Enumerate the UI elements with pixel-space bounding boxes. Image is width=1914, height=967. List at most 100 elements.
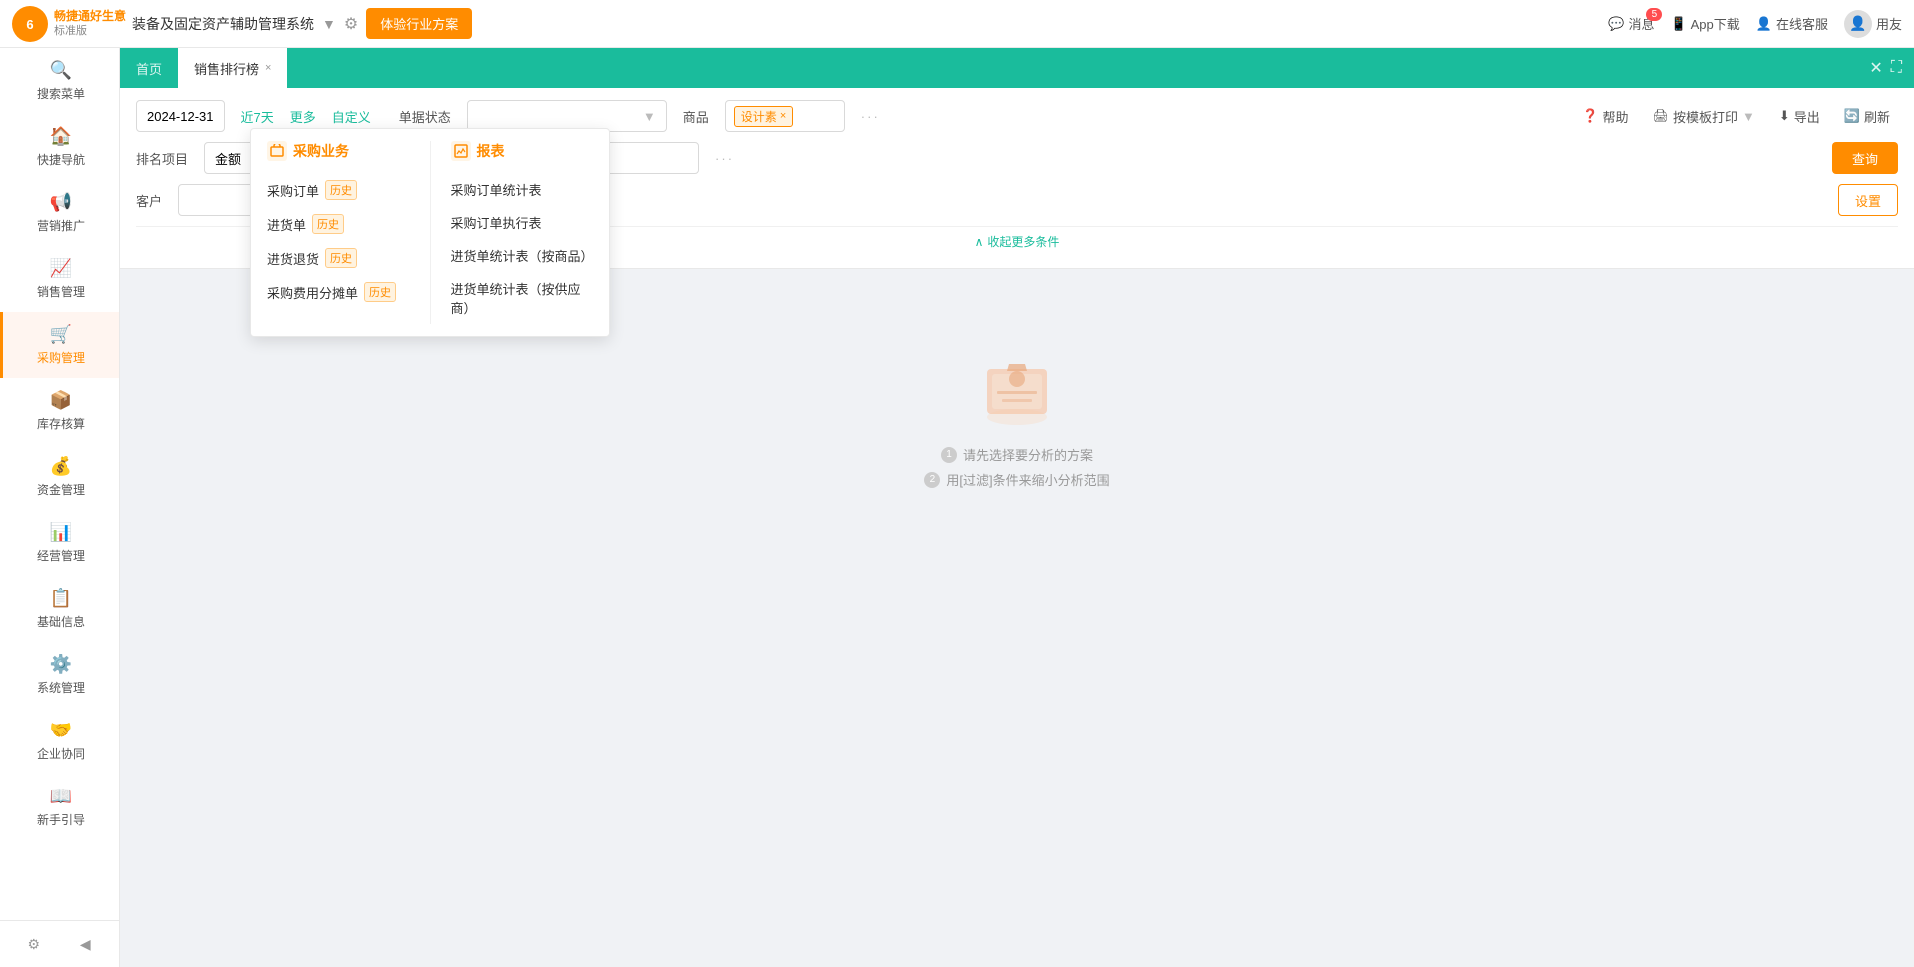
help-btn[interactable]: ❓ 帮助 [1574,103,1636,130]
collapse-label: 收起更多条件 [987,233,1059,250]
sidebar-finance-label: 资金管理 [37,481,85,498]
system-title: 装备及固定资产辅助管理系统 ▼ ⚙ 体验行业方案 [132,8,1608,39]
sidebar-item-sales[interactable]: 📈 销售管理 [0,246,119,312]
dropdown-item-goods-stat-by-product[interactable]: 进货单统计表（按商品） [447,239,598,272]
sidebar-item-guide[interactable]: 📖 新手引导 [0,774,119,840]
purchase-col-icon [267,141,287,161]
status-label: 单据状态 [399,107,451,126]
goods-stat-by-supplier-label: 进货单统计表（按供应商） [451,279,594,317]
dropdown-item-goods-in[interactable]: 进货单 历史 [263,207,414,241]
sidebar-item-search[interactable]: 🔍 搜索菜单 [0,48,119,114]
user-btn[interactable]: 👤 用友 [1844,10,1902,38]
goods-tag-close[interactable]: × [780,110,786,122]
date-more[interactable]: 更多 [290,107,316,126]
print-btn[interactable]: 🖨 按模板打印 ▼ [1644,103,1762,130]
sidebar-item-operation[interactable]: 📊 经营管理 [0,510,119,576]
system-settings-icon[interactable]: ⚙ [344,14,358,34]
sidebar-sales-label: 销售管理 [37,283,85,300]
sidebar-operation-label: 经营管理 [37,547,85,564]
goods-stat-by-product-label: 进货单统计表（按商品） [451,246,594,265]
purchase-col-title: 采购业务 [263,141,414,161]
logo-text: 畅捷通好生意 标准版 [54,9,126,39]
online-service-btn[interactable]: 👤 在线客服 [1756,14,1828,33]
dropdown-item-purchase-order[interactable]: 采购订单 历史 [263,173,414,207]
purchase-cost-hist: 历史 [364,282,396,302]
refresh-icon: 🔄 [1844,108,1860,124]
sidebar-item-basic[interactable]: 📋 基础信息 [0,576,119,642]
user-label: 用友 [1876,14,1902,33]
sidebar-item-system[interactable]: ⚙️ 系统管理 [0,642,119,708]
basic-icon: 📋 [50,588,72,609]
marketing-icon: 📢 [50,192,72,213]
tab-expand-icon[interactable]: ⛶ [1891,59,1902,77]
rank-value: 金额 [215,149,241,168]
sidebar-system-label: 系统管理 [37,679,85,696]
sidebar-item-finance[interactable]: 💰 资金管理 [0,444,119,510]
tab-close-icon[interactable]: ✕ [1869,58,1882,78]
app-download-label: App下载 [1691,14,1740,33]
online-service-label: 在线客服 [1776,14,1828,33]
print-dropdown[interactable]: ▼ [1742,109,1755,124]
purchase-col: 采购业务 采购订单 历史 进货单 历史 进货退货 历史 采购费用分摊单 历史 [251,141,426,324]
query-btn[interactable]: 查询 [1832,142,1898,174]
sidebar-quicknav-label: 快捷导航 [37,151,85,168]
goods-return-hist: 历史 [325,248,357,268]
app-download-btn[interactable]: 📱 App下载 [1670,14,1739,33]
dropdown-item-purchase-order-stat[interactable]: 采购订单统计表 [447,173,598,206]
sidebar-item-purchase[interactable]: 🛒 采购管理 [0,312,119,378]
top-header: 6 畅捷通好生意 标准版 装备及固定资产辅助管理系统 ▼ ⚙ 体验行业方案 💬 … [0,0,1914,48]
print-label: 按模板打印 [1673,107,1738,126]
goods-in-hist: 历史 [312,214,344,234]
date-range[interactable]: 2024-12-31 [136,100,225,132]
cooperation-icon: 🤝 [50,720,72,741]
tab-sales-rank[interactable]: 销售排行榜 × [178,48,287,88]
purchase-cost-label: 采购费用分摊单 [267,283,358,302]
phone-icon: 📱 [1670,16,1686,32]
help-icon: ❓ [1582,108,1598,124]
guide-icon: 📖 [50,786,72,807]
sidebar-item-cooperation[interactable]: 🤝 企业协同 [0,708,119,774]
goods-return-label: 进货退货 [267,249,319,268]
date-custom[interactable]: 自定义 [332,107,371,126]
sidebar-item-quick-nav[interactable]: 🏠 快捷导航 [0,114,119,180]
home-icon: 🏠 [50,126,72,147]
goods-in-label: 进货单 [267,215,306,234]
dropdown-item-purchase-order-exec[interactable]: 采购订单执行表 [447,206,598,239]
goods-label: 商品 [683,107,709,126]
setting-btn-area: 设置 [1838,184,1898,216]
system-dropdown-arrow[interactable]: ▼ [322,16,336,32]
dropdown-item-purchase-cost[interactable]: 采购费用分摊单 历史 [263,275,414,309]
goods-filter[interactable]: 设计素 × [725,100,845,132]
message-btn[interactable]: 💬 消息 5 [1608,14,1654,33]
collapse-arrow: ∧ [975,235,984,249]
dropdown-item-goods-stat-by-supplier[interactable]: 进货单统计表（按供应商） [447,272,598,324]
sidebar-collapse-btn[interactable]: ◀ [70,929,100,959]
sidebar-purchase-label: 采购管理 [37,349,85,366]
sidebar-settings-btn[interactable]: ⚙ [19,929,49,959]
logo-area: 6 畅捷通好生意 标准版 [12,6,132,42]
purchase-order-stat-label: 采购订单统计表 [451,180,542,199]
purchase-order-label: 采购订单 [267,181,319,200]
tab-home[interactable]: 首页 [120,48,178,88]
industry-btn[interactable]: 体验行业方案 [366,8,472,39]
empty-tip1-row: 1 请先选择要分析的方案 [941,445,1093,464]
svg-text:6: 6 [26,17,33,32]
tip1-icon: 1 [941,447,957,463]
staff-more-dots[interactable]: ··· [715,151,734,166]
dropdown-item-goods-return[interactable]: 进货退货 历史 [263,241,414,275]
export-label: 导出 [1794,107,1820,126]
goods-more-dots[interactable]: ··· [861,109,880,124]
report-col: 报表 采购订单统计表 采购订单执行表 进货单统计表（按商品） 进货单统计表（按供… [435,141,610,324]
empty-tip1: 请先选择要分析的方案 [963,445,1093,464]
refresh-btn[interactable]: 🔄 刷新 [1836,103,1898,130]
sidebar-item-inventory[interactable]: 📦 库存核算 [0,378,119,444]
export-btn[interactable]: ⬇ 导出 [1771,103,1828,130]
setting-btn[interactable]: 设置 [1838,184,1898,216]
sidebar-item-marketing[interactable]: 📢 营销推广 [0,180,119,246]
date-7days[interactable]: 近7天 [241,107,274,126]
menu-divider [430,141,431,324]
tab-sales-rank-close[interactable]: × [265,62,271,74]
tab-sales-rank-label: 销售排行榜 [194,59,259,78]
system-title-text: 装备及固定资产辅助管理系统 [132,14,314,34]
avatar: 👤 [1844,10,1872,38]
